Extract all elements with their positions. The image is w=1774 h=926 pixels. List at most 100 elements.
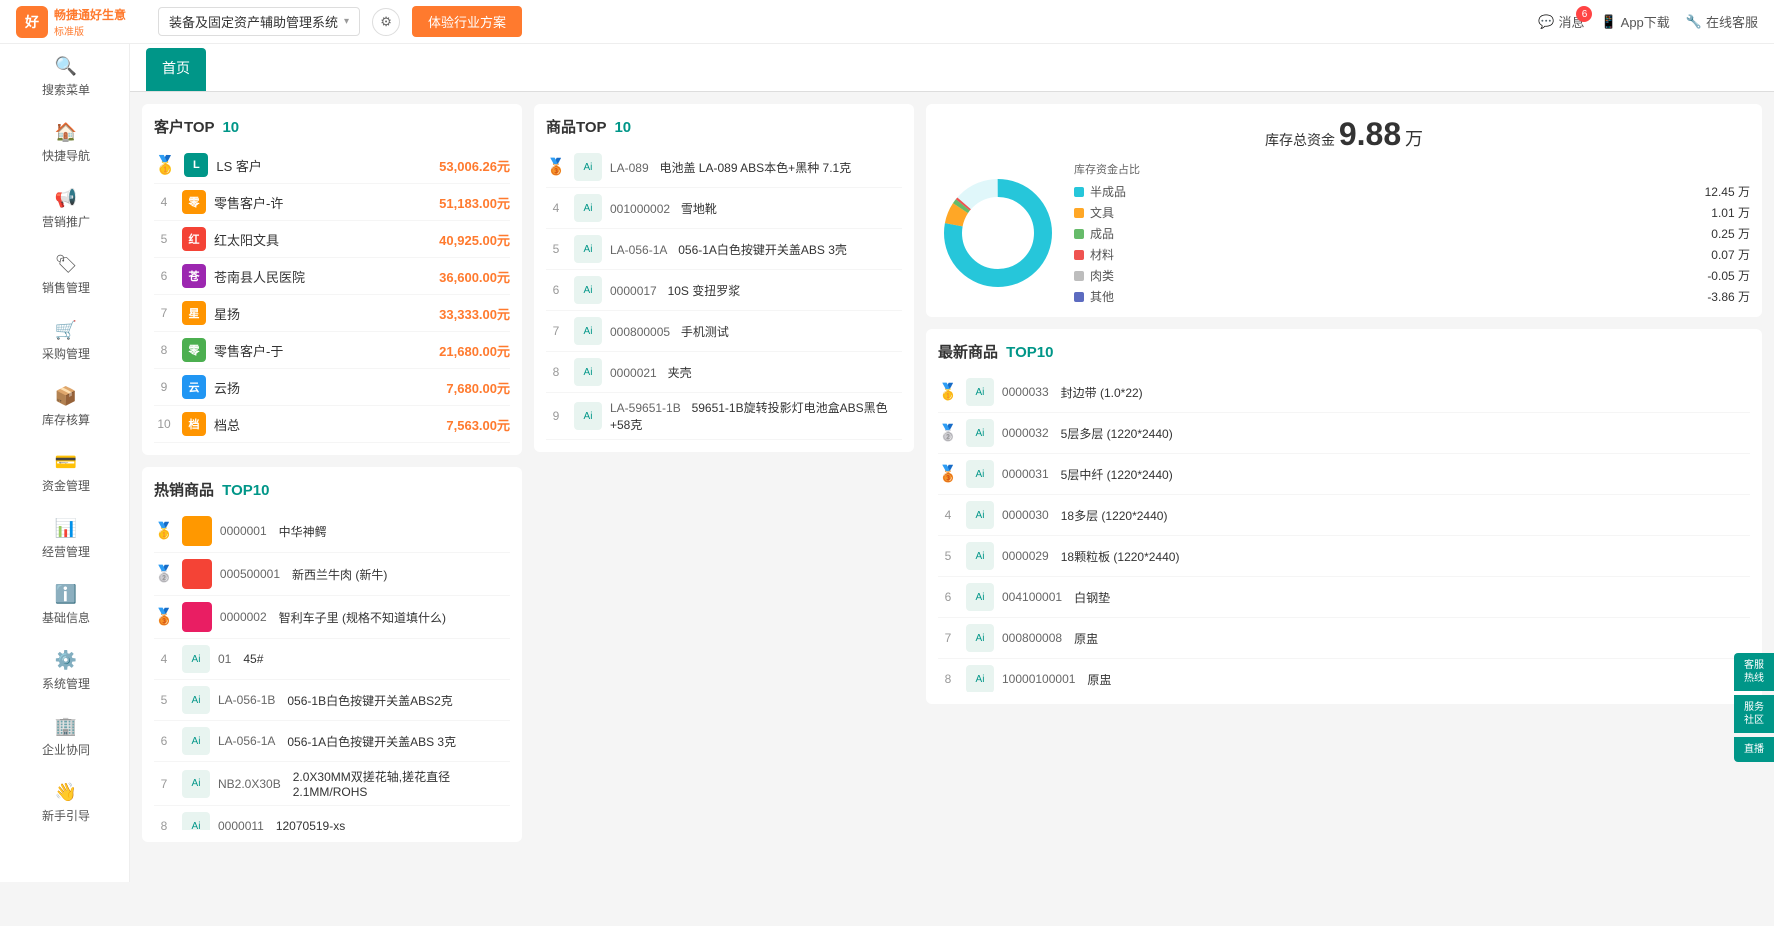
cs-hotline-button[interactable]: 客服热线 bbox=[1734, 653, 1774, 691]
inventory-legend: 库存资金占比 半成品 12.45 万 文具 1.01 万 bbox=[1074, 161, 1750, 305]
rank-number: 4 bbox=[154, 652, 174, 666]
customer-name: 云扬 bbox=[214, 378, 438, 397]
sidebar-item-system[interactable]: ⚙️ 系统管理 bbox=[0, 638, 129, 704]
customer-badge: L bbox=[184, 153, 208, 177]
app-download-button[interactable]: 📱 App下载 bbox=[1600, 12, 1669, 31]
rank-number: 7 bbox=[546, 324, 566, 338]
product-info: 0000021 夹壳 bbox=[610, 364, 902, 381]
customer-rank-item: 7 星 星扬 33,333.00元 bbox=[154, 295, 510, 332]
product-code: 0000029 bbox=[1002, 549, 1049, 563]
sidebar-inventory-label: 库存核算 bbox=[42, 411, 90, 428]
product-code: 10000100001 bbox=[1002, 672, 1075, 686]
medal-gold-icon: 🥇 bbox=[938, 382, 958, 402]
customer-rank-item: 6 苍 苍南县人民医院 36,600.00元 bbox=[154, 258, 510, 295]
hot-products-list: 🥇 0000001 中华神鳄 🥈 000500001 新西兰牛肉 (新牛) bbox=[154, 510, 510, 830]
product-code: 0000033 bbox=[1002, 385, 1049, 399]
content-grid: 客户TOP 10 🥇 L LS 客户 53,006.26元 4 零 零售客户-许 bbox=[130, 92, 1774, 854]
customer-name: 红太阳文具 bbox=[214, 230, 431, 249]
settings-button[interactable]: ⚙ bbox=[372, 8, 400, 36]
product-info: LA-056-1A 056-1A白色按键开关盖ABS 3壳 bbox=[610, 241, 902, 258]
rank-number: 4 bbox=[938, 508, 958, 522]
product-image: Ai bbox=[966, 665, 994, 692]
sidebar-item-marketing[interactable]: 📢 营销推广 bbox=[0, 176, 129, 242]
sidebar-item-shortcut[interactable]: 🏠 快捷导航 bbox=[0, 110, 129, 176]
product-image: Ai bbox=[574, 358, 602, 386]
sidebar-item-inventory[interactable]: 📦 库存核算 bbox=[0, 374, 129, 440]
product-code: 0000017 bbox=[610, 284, 657, 298]
sidebar-item-search[interactable]: 🔍 搜索菜单 bbox=[0, 44, 129, 110]
product-code: 0000031 bbox=[1002, 467, 1049, 481]
product-image: Ai bbox=[966, 542, 994, 570]
top-customers-title: 客户TOP 10 bbox=[154, 116, 510, 137]
customer-name: 档总 bbox=[214, 415, 438, 434]
rank-number: 6 bbox=[154, 269, 174, 283]
cs-community-button[interactable]: 服务社区 bbox=[1734, 695, 1774, 733]
customer-amount: 51,183.00元 bbox=[439, 193, 510, 212]
product-code: NB2.0X30B bbox=[218, 777, 281, 791]
system-selector[interactable]: 装备及固定资产辅助管理系统 ▾ bbox=[158, 7, 360, 36]
product-image bbox=[182, 602, 212, 632]
donut-chart-container: 库存资金占比 半成品 12.45 万 文具 1.01 万 bbox=[938, 161, 1750, 305]
medal-gold-icon: 🥇 bbox=[154, 155, 176, 176]
product-image: Ai bbox=[182, 812, 210, 830]
product-name: 雪地靴 bbox=[681, 202, 717, 216]
customer-rank-item: 5 红 红太阳文具 40,925.00元 bbox=[154, 221, 510, 258]
online-service-button[interactable]: 🔧 在线客服 bbox=[1686, 12, 1758, 31]
product-image: Ai bbox=[966, 419, 994, 447]
hot-product-item: 6 Ai LA-056-1A 056-1A白色按键开关盖ABS 3克 bbox=[154, 721, 510, 762]
product-image: Ai bbox=[574, 153, 602, 181]
basic-icon: ℹ️ bbox=[55, 584, 77, 605]
product-name: 封边带 (1.0*22) bbox=[1061, 384, 1750, 401]
rank-number: 5 bbox=[938, 549, 958, 563]
sidebar-item-corp[interactable]: 🏢 企业协同 bbox=[0, 704, 129, 770]
product-name: 手机测试 bbox=[681, 325, 729, 339]
inventory-icon: 📦 bbox=[55, 386, 77, 407]
hot-product-item: 🥈 000500001 新西兰牛肉 (新牛) bbox=[154, 553, 510, 596]
customer-name: 零售客户-于 bbox=[214, 341, 431, 360]
system-name: 装备及固定资产辅助管理系统 bbox=[169, 12, 338, 31]
newest-product-item: 🥇 Ai 0000033 封边带 (1.0*22) bbox=[938, 372, 1750, 413]
tab-home[interactable]: 首页 bbox=[146, 48, 206, 91]
hot-product-item: 5 Ai LA-056-1B 056-1B白色按键开关盖ABS2克 bbox=[154, 680, 510, 721]
newest-products-list: 🥇 Ai 0000033 封边带 (1.0*22) 🥈 Ai 0000032 5… bbox=[938, 372, 1750, 692]
rank-number: 5 bbox=[546, 242, 566, 256]
product-name: 夹壳 bbox=[668, 366, 692, 380]
product-info: LA-089 电池盖 LA-089 ABS本色+黑种 7.1克 bbox=[610, 159, 902, 176]
logo-icon: 好 bbox=[16, 6, 48, 38]
top-product-mid-item: 4 Ai 001000002 雪地靴 bbox=[546, 188, 902, 229]
medal-silver-icon: 🥈 bbox=[154, 564, 174, 584]
rank-number: 7 bbox=[938, 631, 958, 645]
product-code: 0000030 bbox=[1002, 508, 1049, 522]
customer-badge: 红 bbox=[182, 227, 206, 251]
donut-chart bbox=[938, 173, 1058, 293]
sidebar-item-sales[interactable]: 🏷 销售管理 bbox=[0, 242, 129, 308]
legend-dot-half bbox=[1074, 187, 1084, 197]
sidebar-item-purchase[interactable]: 🛒 采购管理 bbox=[0, 308, 129, 374]
shortcut-icon: 🏠 bbox=[55, 122, 77, 143]
rank-number: 8 bbox=[154, 819, 174, 830]
product-code: 0000011 bbox=[218, 819, 264, 830]
cs-live-button[interactable]: 直播 bbox=[1734, 737, 1774, 762]
sidebar-item-finance[interactable]: 💳 资金管理 bbox=[0, 440, 129, 506]
sidebar-item-basic[interactable]: ℹ️ 基础信息 bbox=[0, 572, 129, 638]
hot-product-item: 🥇 0000001 中华神鳄 bbox=[154, 510, 510, 553]
product-code: 000500001 bbox=[220, 567, 280, 581]
sidebar-operation-label: 经营管理 bbox=[42, 543, 90, 560]
topbar-right: 💬 消息 6 📱 App下载 🔧 在线客服 bbox=[1538, 12, 1758, 31]
medal-gold-icon: 🥇 bbox=[154, 521, 174, 541]
sales-icon: 🏷 bbox=[55, 254, 78, 275]
newest-product-item: 🥈 Ai 0000032 5层多层 (1220*2440) bbox=[938, 413, 1750, 454]
customer-badge: 星 bbox=[182, 301, 206, 325]
finance-icon: 💳 bbox=[55, 452, 77, 473]
topbar: 好 畅捷通好生意 标准版 装备及固定资产辅助管理系统 ▾ ⚙ 体验行业方案 💬 … bbox=[0, 0, 1774, 44]
legend-val-half: 12.45 万 bbox=[1705, 183, 1750, 200]
experience-button[interactable]: 体验行业方案 bbox=[412, 6, 522, 37]
sidebar-item-operation[interactable]: 📊 经营管理 bbox=[0, 506, 129, 572]
product-code: 001000002 bbox=[610, 202, 670, 216]
top-products-mid-title: 商品TOP 10 bbox=[546, 116, 902, 137]
notifications-button[interactable]: 💬 消息 6 bbox=[1538, 12, 1584, 31]
product-info: 000800005 手机测试 bbox=[610, 323, 902, 340]
medal-bronze-icon: 🥉 bbox=[938, 464, 958, 484]
product-name: 原盅 bbox=[1074, 630, 1750, 647]
sidebar-item-guide[interactable]: 👋 新手引导 bbox=[0, 770, 129, 836]
